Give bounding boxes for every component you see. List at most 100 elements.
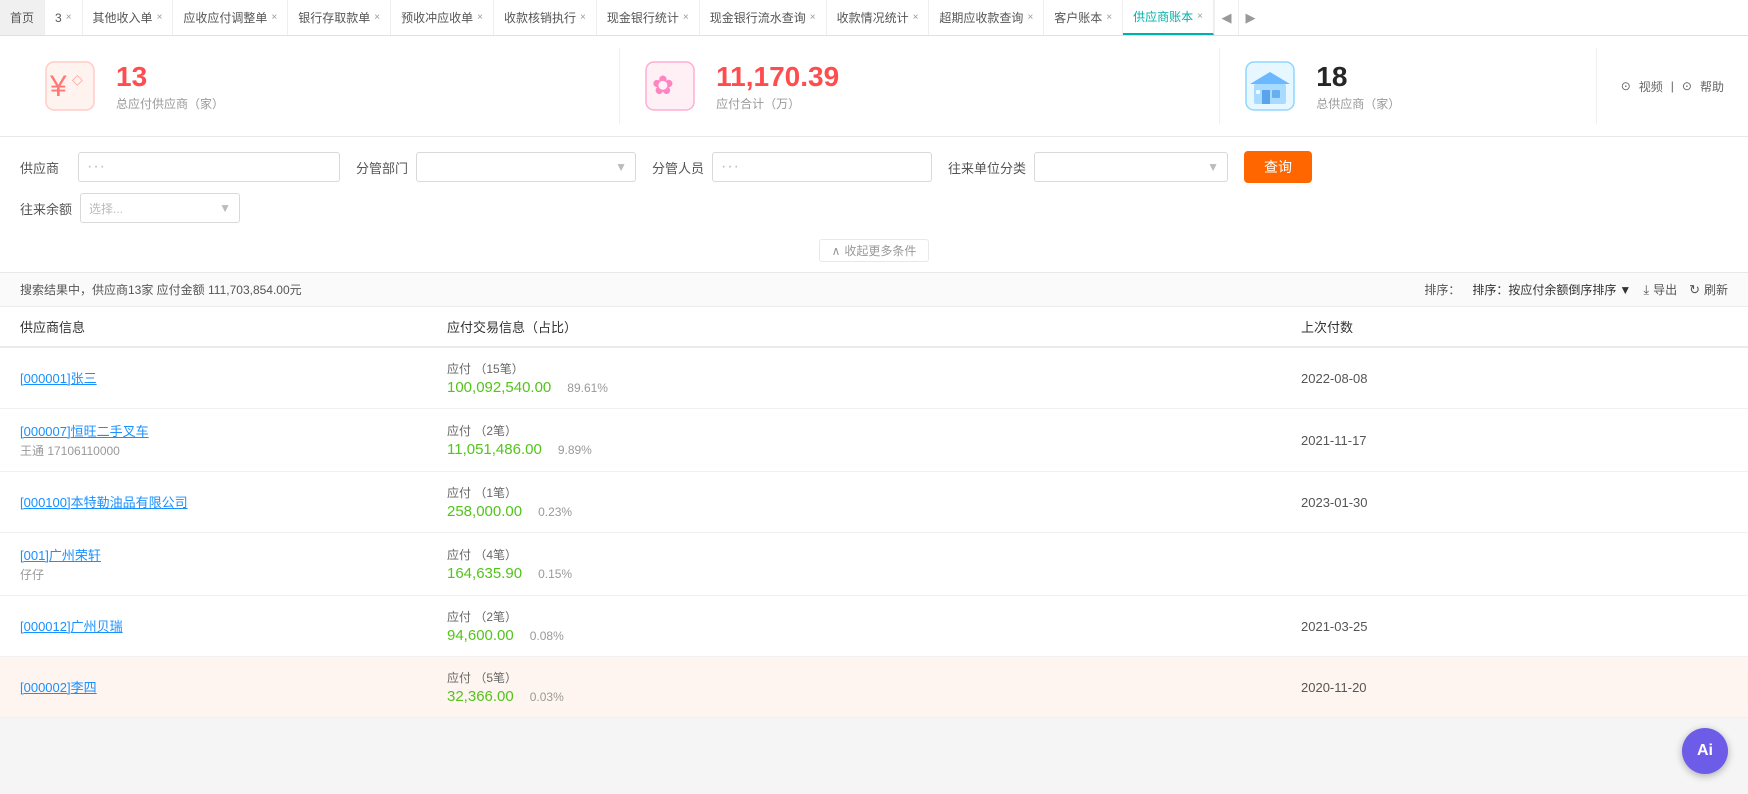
nav-close-cash-flow[interactable]: × bbox=[810, 12, 816, 23]
filter-row-1: 供应商 ··· 分管部门 ▼ 分管人员 ··· bbox=[20, 151, 1728, 183]
nav-close-other-income[interactable]: × bbox=[157, 12, 163, 23]
nav-bank-deposit[interactable]: 银行存取款单 × bbox=[288, 0, 391, 35]
filter-row-2: 往来余额 选择... ▼ bbox=[20, 193, 1728, 223]
export-button[interactable]: ⤓ 导出 bbox=[1643, 281, 1677, 298]
supplier-link-1[interactable]: [000007]恒旺二手叉车 bbox=[20, 424, 149, 439]
top-navigation: 首页 3 × 其他收入单 × 应收应付调整单 × 银行存取款单 × 预收冲应收单… bbox=[0, 0, 1748, 36]
table-row: [001]广州荣轩 仔仔 应付 （4笔） 164,635.90 0.15% bbox=[0, 533, 1748, 596]
supplier-link-0[interactable]: [000001]张三 bbox=[20, 371, 97, 386]
supplier-contact-3: 仔仔 bbox=[20, 566, 447, 583]
nav-close-tab3[interactable]: × bbox=[66, 12, 72, 23]
supplier-info-2: [000100]本特勒油品有限公司 bbox=[20, 492, 447, 513]
nav-home[interactable]: 首页 bbox=[0, 0, 45, 35]
ai-badge[interactable]: Ai bbox=[1682, 728, 1728, 774]
dept-select[interactable]: ▼ bbox=[416, 152, 636, 182]
summary-payable-suppliers-text: 13 总应付供应商（家） bbox=[116, 60, 224, 113]
payable-percent-5: 0.03% bbox=[530, 690, 564, 704]
filter-supplier: 供应商 ··· bbox=[20, 152, 340, 182]
last-payment-2: 2023-01-30 bbox=[1301, 495, 1728, 510]
payable-amount-2: 258,000.00 bbox=[447, 503, 522, 520]
total-suppliers-number: 18 bbox=[1316, 60, 1400, 94]
payable-supplier-icon: ¥ ◇ bbox=[40, 56, 100, 116]
payable-info-3: 应付 （4笔） 164,635.90 0.15% bbox=[447, 546, 1301, 582]
video-link[interactable]: 视频 bbox=[1639, 78, 1663, 95]
supplier-link-4[interactable]: [000012]广州贝瑞 bbox=[20, 619, 123, 634]
table-row: [000002]李四 应付 （5笔） 32,366.00 0.03% 2020-… bbox=[0, 657, 1748, 718]
search-button[interactable]: 查询 bbox=[1244, 151, 1312, 183]
nav-supplier-book[interactable]: 供应商账本 × bbox=[1123, 0, 1214, 35]
export-icon: ⤓ bbox=[1643, 282, 1649, 298]
payable-info-1: 应付 （2笔） 11,051,486.00 9.89% bbox=[447, 422, 1301, 458]
nav-ar-ap-adjust[interactable]: 应收应付调整单 × bbox=[173, 0, 288, 35]
payable-suppliers-number: 13 bbox=[116, 60, 224, 94]
summary-total-suppliers-text: 18 总供应商（家） bbox=[1316, 60, 1400, 113]
nav-close-overdue-ar[interactable]: × bbox=[1027, 12, 1033, 23]
supplier-table: 供应商信息 应付交易信息（占比） 上次付数 [000001]张三 应付 （15笔… bbox=[0, 307, 1748, 718]
payable-info-2: 应付 （1笔） 258,000.00 0.23% bbox=[447, 484, 1301, 520]
total-suppliers-label: 总供应商（家） bbox=[1316, 95, 1400, 112]
supplier-contact-1: 王通 17106110000 bbox=[20, 442, 447, 459]
col-header-payable: 应付交易信息（占比） bbox=[447, 317, 1301, 336]
balance-select[interactable]: 选择... ▼ bbox=[80, 193, 240, 223]
nav-cash-flow[interactable]: 现金银行流水查询 × bbox=[700, 0, 827, 35]
nav-close-ar-ap[interactable]: × bbox=[271, 12, 277, 23]
refresh-button[interactable]: ↻ 刷新 bbox=[1689, 281, 1728, 298]
nav-close-customer-book[interactable]: × bbox=[1106, 12, 1112, 23]
result-bar: 搜索结果中，供应商13家 应付金额 111,703,854.00元 排序： 排序… bbox=[0, 273, 1748, 307]
nav-close-collection-exec[interactable]: × bbox=[580, 12, 586, 23]
nav-close-prepay[interactable]: × bbox=[477, 12, 483, 23]
supplier-link-2[interactable]: [000100]本特勒油品有限公司 bbox=[20, 495, 188, 510]
filter-balance: 往来余额 选择... ▼ bbox=[20, 193, 240, 223]
refresh-label: 刷新 bbox=[1704, 281, 1728, 298]
person-select[interactable]: ··· bbox=[712, 152, 932, 182]
unit-class-chevron: ▼ bbox=[1207, 160, 1219, 174]
nav-cash-stat[interactable]: 现金银行统计 × bbox=[597, 0, 700, 35]
nav-close-supplier-book[interactable]: × bbox=[1197, 11, 1203, 22]
help-icon: ⊙ bbox=[1682, 79, 1692, 93]
last-payment-0: 2022-08-08 bbox=[1301, 371, 1728, 386]
supplier-info-1: [000007]恒旺二手叉车 王通 17106110000 bbox=[20, 421, 447, 459]
divider: | bbox=[1671, 79, 1674, 93]
payable-info-4: 应付 （2笔） 94,600.00 0.08% bbox=[447, 608, 1301, 644]
result-actions: 排序： 排序：按应付余额倒序排序 ▼ ⤓ 导出 ↻ 刷新 bbox=[1424, 281, 1728, 298]
collapse-icon: ∧ bbox=[832, 244, 841, 258]
nav-close-bank[interactable]: × bbox=[374, 12, 380, 23]
supplier-link-5[interactable]: [000002]李四 bbox=[20, 680, 97, 695]
supplier-info-3: [001]广州荣轩 仔仔 bbox=[20, 545, 447, 583]
supplier-info-4: [000012]广州贝瑞 bbox=[20, 616, 447, 637]
nav-collection-stat[interactable]: 收款情况统计 × bbox=[827, 0, 930, 35]
payable-amount-5: 32,366.00 bbox=[447, 688, 514, 705]
table-row: [000007]恒旺二手叉车 王通 17106110000 应付 （2笔） 11… bbox=[0, 409, 1748, 472]
sort-button[interactable]: 排序：按应付余额倒序排序 ▼ bbox=[1472, 281, 1631, 298]
nav-close-cash-stat[interactable]: × bbox=[683, 12, 689, 23]
supplier-label: 供应商 bbox=[20, 158, 70, 177]
payable-percent-1: 9.89% bbox=[558, 443, 592, 457]
table-row: [000012]广州贝瑞 应付 （2笔） 94,600.00 0.08% 202… bbox=[0, 596, 1748, 657]
collapse-button[interactable]: ∧ 收起更多条件 bbox=[819, 239, 930, 262]
nav-collection-exec[interactable]: 收款核销执行 × bbox=[494, 0, 597, 35]
top-right-links: ⊙ 视频 | ⊙ 帮助 bbox=[1597, 78, 1728, 95]
filter-area: 供应商 ··· 分管部门 ▼ 分管人员 ··· bbox=[0, 137, 1748, 273]
nav-close-collection-stat[interactable]: × bbox=[913, 12, 919, 23]
payable-amount-4: 94,600.00 bbox=[447, 627, 514, 644]
filter-dept: 分管部门 ▼ bbox=[356, 152, 636, 182]
balance-placeholder: 选择... bbox=[89, 200, 123, 217]
table-row: [000100]本特勒油品有限公司 应付 （1笔） 258,000.00 0.2… bbox=[0, 472, 1748, 533]
svg-text:◇: ◇ bbox=[72, 71, 83, 87]
unit-class-select[interactable]: ▼ bbox=[1034, 152, 1228, 182]
balance-chevron: ▼ bbox=[219, 201, 231, 215]
nav-prev[interactable]: ◀ bbox=[1214, 0, 1238, 35]
nav-tab3[interactable]: 3 × bbox=[45, 0, 83, 35]
nav-overdue-ar[interactable]: 超期应收款查询 × bbox=[929, 0, 1044, 35]
payable-info-0: 应付 （15笔） 100,092,540.00 89.61% bbox=[447, 360, 1301, 396]
nav-next[interactable]: ▶ bbox=[1238, 0, 1262, 35]
nav-prepay-ar[interactable]: 预收冲应收单 × bbox=[391, 0, 494, 35]
supplier-select[interactable]: ··· bbox=[78, 152, 340, 182]
nav-other-income[interactable]: 其他收入单 × bbox=[83, 0, 174, 35]
export-label: 导出 bbox=[1653, 281, 1677, 298]
summary-card-total-amount: ✿ 11,170.39 应付合计（万） bbox=[620, 48, 1220, 124]
last-payment-5: 2020-11-20 bbox=[1301, 680, 1728, 695]
supplier-link-3[interactable]: [001]广州荣轩 bbox=[20, 548, 101, 563]
help-link[interactable]: 帮助 bbox=[1700, 78, 1724, 95]
nav-customer-book[interactable]: 客户账本 × bbox=[1044, 0, 1123, 35]
